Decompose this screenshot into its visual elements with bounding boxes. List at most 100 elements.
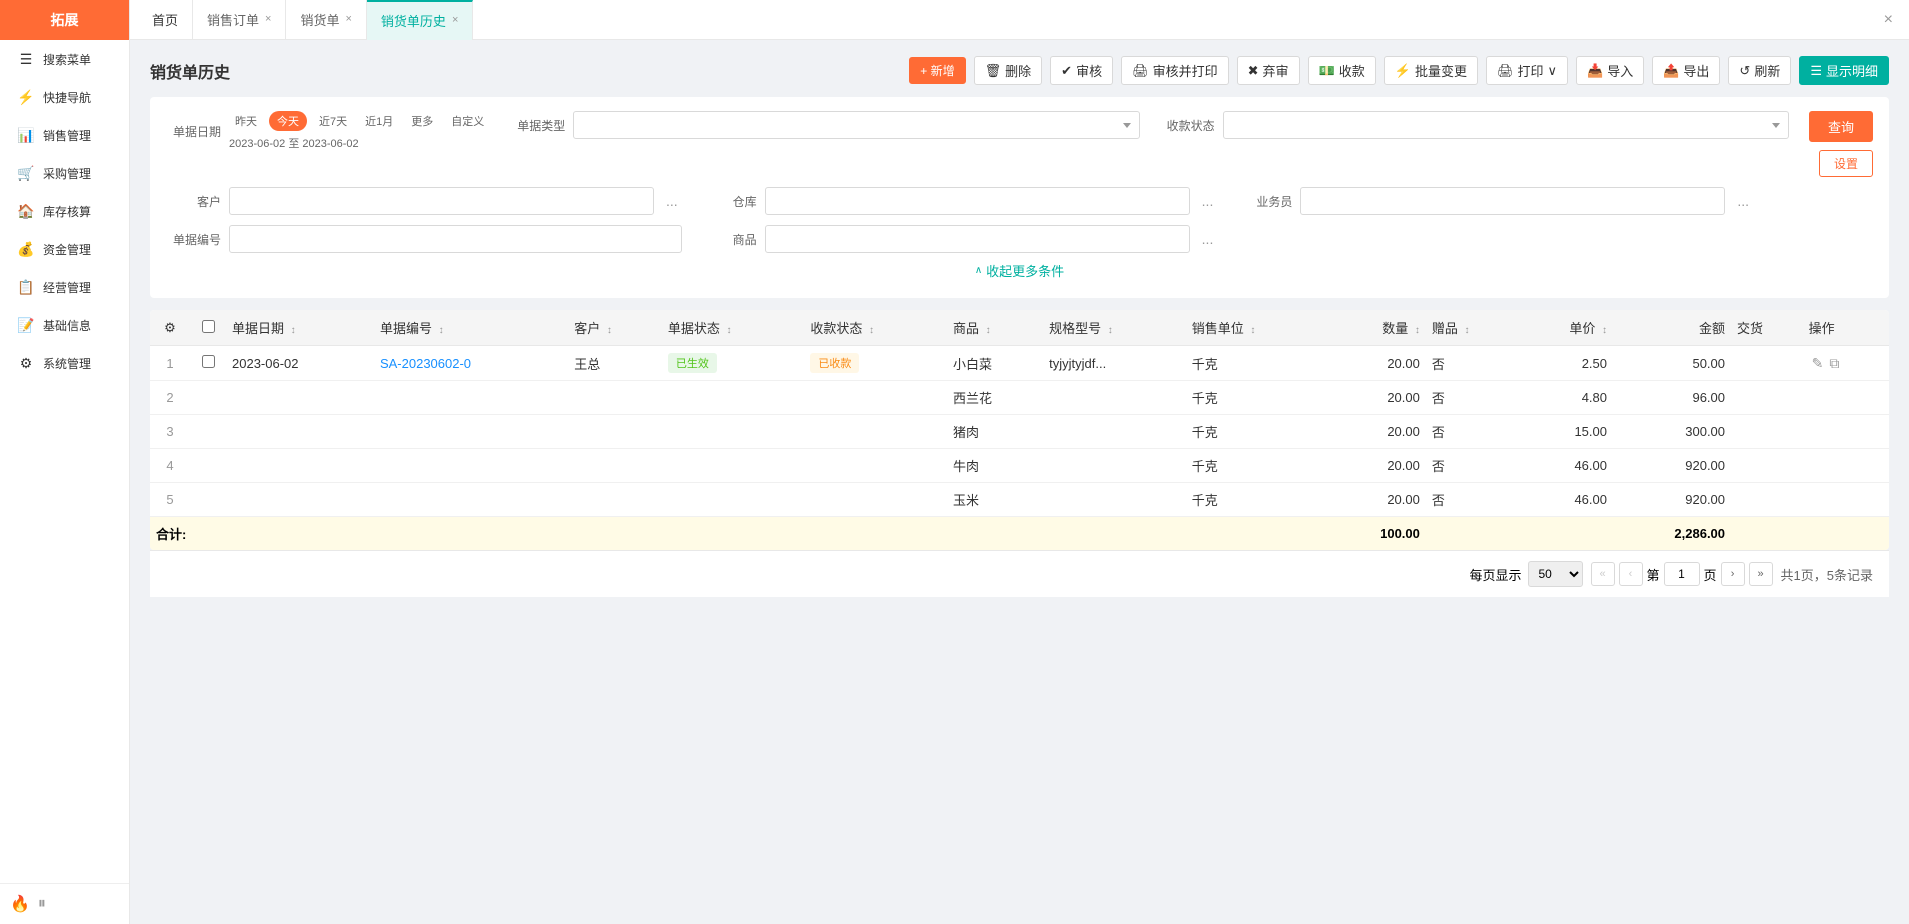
date-btn-more[interactable]: 更多 [405, 111, 439, 131]
new-button[interactable]: + 新增 [909, 57, 965, 84]
tab-sales-history-close[interactable]: × [452, 15, 458, 26]
row-checkbox[interactable] [190, 346, 226, 381]
col-spec[interactable]: 规格型号 ↕ [1043, 310, 1186, 346]
content-area: 销货单历史 + 新增 🗑 删除 ✔ 审核 🖨 审核并打印 ✖ 弃审 [130, 40, 1909, 924]
spec-sort-icon: ↕ [1108, 325, 1113, 336]
last-page-button[interactable]: » [1749, 562, 1773, 586]
next-page-button[interactable]: › [1721, 562, 1745, 586]
print-button[interactable]: 🖨 打印 ∨ [1486, 56, 1568, 85]
sidebar-item-system-mgmt[interactable]: ⚙ 系统管理 [0, 344, 129, 382]
cell-unit: 千克 [1186, 449, 1329, 483]
refresh-button[interactable]: ↺ 刷新 [1728, 56, 1791, 85]
salesperson-ellipsis[interactable]: ... [1733, 193, 1753, 209]
edit-action[interactable]: ✎ [1809, 355, 1827, 371]
date-btn-7days[interactable]: 近7天 [313, 111, 353, 131]
col-amount[interactable]: 金额 [1613, 310, 1731, 346]
first-page-button[interactable]: « [1591, 562, 1615, 586]
audit-print-button[interactable]: 🖨 审核并打印 [1121, 56, 1229, 85]
customer-ellipsis[interactable]: ... [662, 193, 682, 209]
col-customer[interactable]: 客户 ↕ [568, 310, 662, 346]
cell-amount: 920.00 [1613, 449, 1731, 483]
page-size-select[interactable]: 50 100 200 [1528, 561, 1583, 587]
import-button[interactable]: 📥 导入 [1576, 56, 1644, 85]
finance-icon: 💰 [17, 240, 35, 258]
tab-sales-order[interactable]: 销售订单 × [193, 0, 286, 40]
sidebar-item-search-menu[interactable]: ☰ 搜索菜单 [0, 40, 129, 78]
export-button[interactable]: 📤 导出 [1652, 56, 1720, 85]
tab-sales-delivery[interactable]: 销货单 × [286, 0, 366, 40]
settings-button[interactable]: 设置 [1819, 150, 1873, 177]
col-transaction[interactable]: 交货 [1731, 310, 1803, 346]
audit-button[interactable]: ✔ 审核 [1050, 56, 1113, 85]
select-all-checkbox[interactable] [202, 320, 215, 333]
col-gift[interactable]: 赠品 ↕ [1426, 310, 1520, 346]
sidebar-item-operations[interactable]: 📋 经营管理 [0, 268, 129, 306]
sidebar-bottom-icon1[interactable]: 🔥 [10, 894, 30, 914]
col-unit[interactable]: 销售单位 ↕ [1186, 310, 1329, 346]
prev-page-button[interactable]: ‹ [1619, 562, 1643, 586]
cell-spec [1043, 381, 1186, 415]
row-checkbox[interactable] [190, 415, 226, 449]
cell-action [1803, 381, 1889, 415]
col-doc-number[interactable]: 单据编号 ↕ [374, 310, 568, 346]
batch-change-button[interactable]: ⚡ 批量变更 [1384, 56, 1478, 85]
collapse-button[interactable]: ∧ 收起更多条件 [971, 257, 1068, 284]
sidebar-item-inventory[interactable]: 🏠 库存核算 [0, 192, 129, 230]
cell-payment-status [804, 483, 947, 517]
tab-home-label: 首页 [152, 10, 178, 29]
export-icon: 📤 [1663, 63, 1679, 79]
row-checkbox[interactable] [190, 483, 226, 517]
table-row: 4 牛肉 千克 20.00 否 46.00 920.00 [150, 449, 1889, 483]
date-btn-1month[interactable]: 近1月 [359, 111, 399, 131]
sidebar-item-finance[interactable]: 💰 资金管理 [0, 230, 129, 268]
query-button[interactable]: 查询 [1809, 111, 1873, 142]
col-checkbox[interactable] [190, 310, 226, 346]
doc-number-link[interactable]: SA-20230602-0 [380, 356, 471, 371]
col-payment-status[interactable]: 收款状态 ↕ [804, 310, 947, 346]
delete-button[interactable]: 🗑 删除 [974, 56, 1043, 85]
customer-input[interactable] [229, 187, 654, 215]
abandon-button[interactable]: ✖ 弃审 [1237, 56, 1300, 85]
sidebar-item-quick-nav[interactable]: ⚡ 快捷导航 [0, 78, 129, 116]
row-number: 2 [150, 381, 190, 415]
show-detail-button[interactable]: ☰ 显示明细 [1799, 56, 1889, 85]
page-number-input[interactable] [1664, 562, 1700, 586]
cell-doc-status [662, 415, 805, 449]
warehouse-input[interactable] [765, 187, 1190, 215]
date-btn-yesterday[interactable]: 昨天 [229, 111, 263, 131]
sidebar-item-label: 经营管理 [43, 279, 91, 296]
collect-button[interactable]: 💵 收款 [1308, 56, 1376, 85]
doc-number-input[interactable] [229, 225, 682, 253]
row-checkbox[interactable] [190, 449, 226, 483]
tab-sales-history[interactable]: 销货单历史 × [367, 0, 473, 40]
goods-ellipsis[interactable]: ... [1198, 231, 1218, 247]
cell-goods: 猪肉 [947, 415, 1043, 449]
cell-quantity: 20.00 [1328, 346, 1426, 381]
row-checkbox[interactable] [190, 381, 226, 415]
warehouse-ellipsis[interactable]: ... [1198, 193, 1218, 209]
tabbar-close-icon[interactable]: × [1876, 11, 1901, 29]
copy-action[interactable]: ⧉ [1826, 355, 1842, 371]
col-doc-status[interactable]: 单据状态 ↕ [662, 310, 805, 346]
toolbar: + 新增 🗑 删除 ✔ 审核 🖨 审核并打印 ✖ 弃审 [909, 56, 1889, 85]
date-btn-custom[interactable]: 自定义 [445, 111, 490, 131]
cell-action [1803, 449, 1889, 483]
doc-type-select[interactable] [573, 111, 1139, 139]
cell-unit: 千克 [1186, 483, 1329, 517]
tab-sales-order-close[interactable]: × [265, 14, 271, 25]
date-btn-today[interactable]: 今天 [269, 111, 307, 131]
tab-sales-delivery-close[interactable]: × [345, 14, 351, 25]
tab-home[interactable]: 首页 [138, 0, 193, 40]
col-unit-price[interactable]: 单价 ↕ [1519, 310, 1613, 346]
payment-status-select[interactable] [1223, 111, 1789, 139]
col-quantity[interactable]: 数量 ↕ [1328, 310, 1426, 346]
col-goods[interactable]: 商品 ↕ [947, 310, 1043, 346]
salesperson-input[interactable] [1300, 187, 1725, 215]
sidebar-item-sales-mgmt[interactable]: 📊 销售管理 [0, 116, 129, 154]
sidebar-item-base-info[interactable]: 📝 基础信息 [0, 306, 129, 344]
col-settings[interactable]: ⚙ [150, 310, 190, 346]
sidebar-item-purchase-mgmt[interactable]: 🛒 采购管理 [0, 154, 129, 192]
col-doc-date[interactable]: 单据日期 ↕ [226, 310, 374, 346]
sidebar-bottom-icon2[interactable]: ⏸ [38, 895, 46, 913]
goods-input[interactable] [765, 225, 1190, 253]
